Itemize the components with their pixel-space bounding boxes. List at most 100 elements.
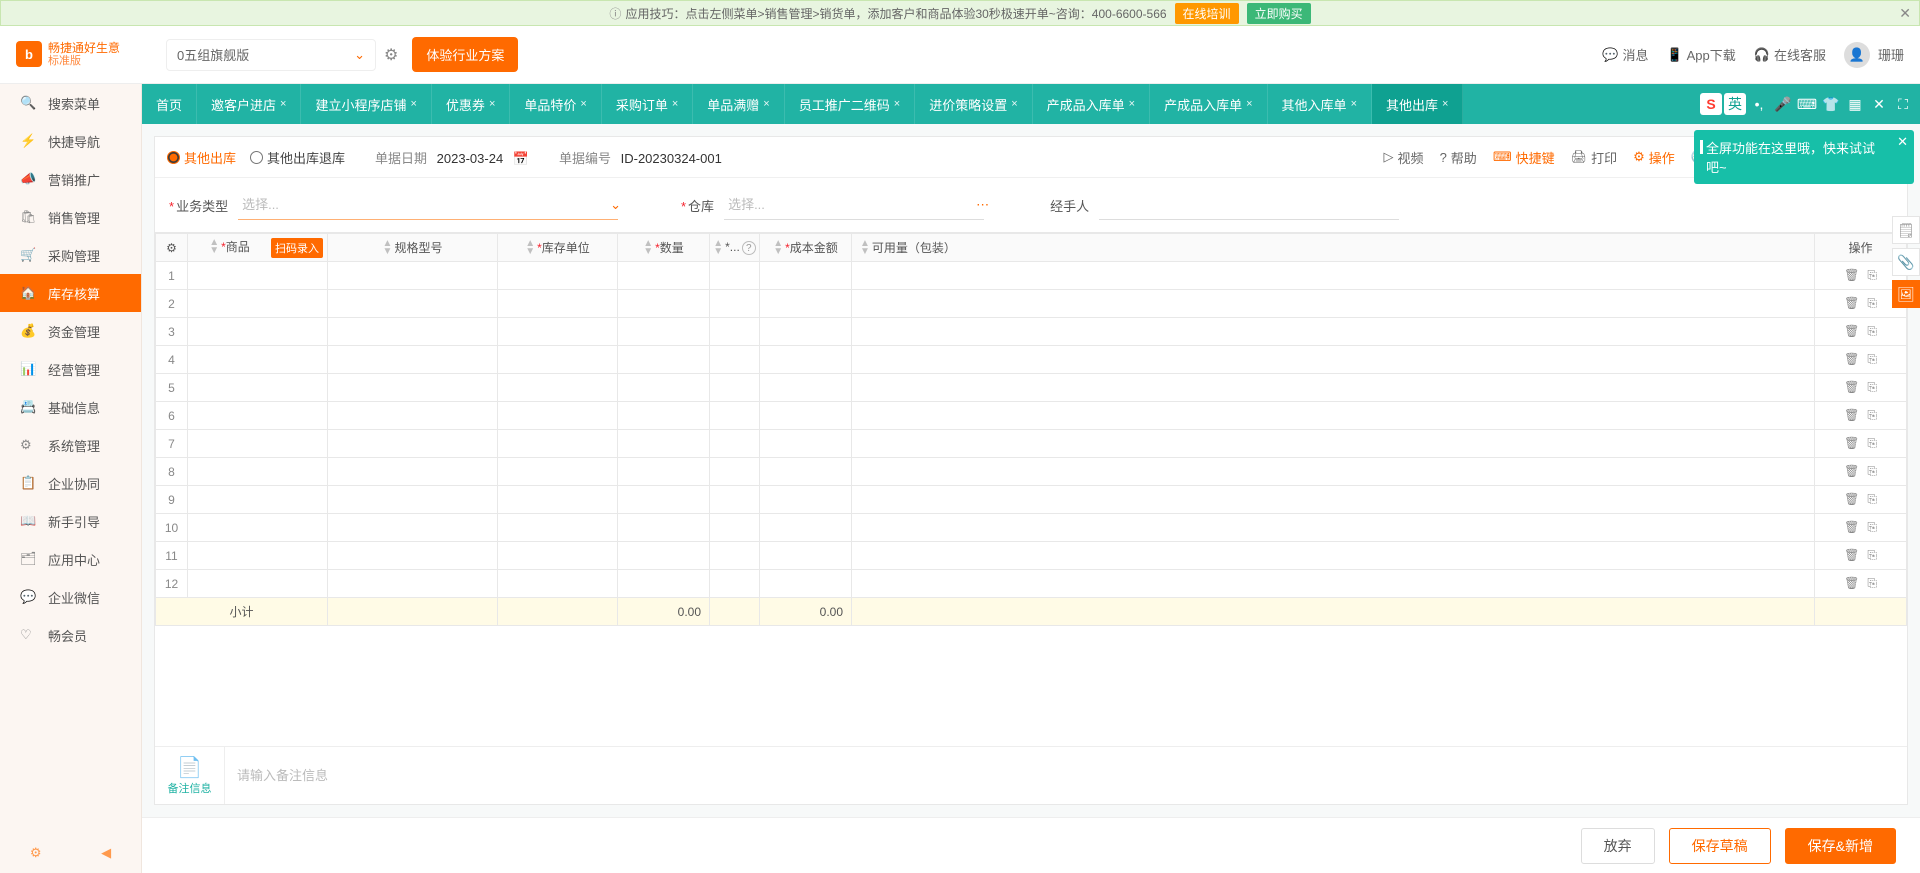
col-cost[interactable]: ▲▼*成本金额 [760, 234, 852, 262]
col-spec[interactable]: ▲▼规格型号 [328, 234, 498, 262]
col-unit[interactable]: ▲▼*库存单位 [498, 234, 618, 262]
delete-row-icon[interactable]: 🗑 [1844, 296, 1859, 310]
delete-row-icon[interactable]: 🗑 [1844, 548, 1859, 562]
discard-button[interactable]: 放弃 [1581, 828, 1655, 864]
scan-entry-button[interactable]: 扫码录入 [271, 238, 323, 258]
copy-row-icon[interactable]: ⎘ [1867, 492, 1877, 506]
table-row[interactable]: 12🗑⎘ [156, 570, 1907, 598]
copy-row-icon[interactable]: ⎘ [1867, 352, 1877, 366]
ime-skin-icon[interactable]: 👕 [1820, 93, 1842, 115]
close-tab-icon[interactable]: × [672, 98, 678, 110]
remark-input[interactable] [225, 747, 1907, 804]
calendar-icon[interactable]: 📅 [513, 151, 529, 166]
table-row[interactable]: 4🗑⎘ [156, 346, 1907, 374]
biztype-input[interactable] [238, 190, 618, 220]
video-link[interactable]: ▷视频 [1384, 148, 1424, 167]
copy-row-icon[interactable]: ⎘ [1867, 436, 1877, 450]
close-tab-icon[interactable]: × [763, 98, 769, 110]
sidebar-item-12[interactable]: 🗂应用中心 [0, 540, 141, 578]
close-tab-icon[interactable]: × [1011, 98, 1017, 110]
online-training-button[interactable]: 在线培训 [1175, 3, 1239, 24]
nav-tab-8[interactable]: 进价策略设置× [915, 84, 1032, 124]
sidebar-item-13[interactable]: 💬企业微信 [0, 578, 141, 616]
delete-row-icon[interactable]: 🗑 [1844, 408, 1859, 422]
copy-row-icon[interactable]: ⎘ [1867, 324, 1877, 338]
table-row[interactable]: 7🗑⎘ [156, 430, 1907, 458]
sidebar-item-7[interactable]: 📊经营管理 [0, 350, 141, 388]
table-row[interactable]: 9🗑⎘ [156, 486, 1907, 514]
sidebar-item-0[interactable]: 🔍搜索菜单 [0, 84, 141, 122]
close-tab-icon[interactable]: × [1442, 98, 1448, 110]
sidebar-item-14[interactable]: ♡畅会员 [0, 616, 141, 654]
table-row[interactable]: 6🗑⎘ [156, 402, 1907, 430]
nav-tab-12[interactable]: 其他出库× [1372, 84, 1463, 124]
save-draft-button[interactable]: 保存草稿 [1669, 828, 1771, 864]
help-link[interactable]: ?帮助 [1440, 148, 1477, 167]
sidebar-item-8[interactable]: 📇基础信息 [0, 388, 141, 426]
radio-other-out-return[interactable]: 其他出库退库 [250, 148, 345, 167]
sidebar-item-2[interactable]: 📣营销推广 [0, 160, 141, 198]
ime-mic-icon[interactable]: 🎤 [1772, 93, 1794, 115]
chevron-down-icon[interactable]: ⌄ [610, 197, 621, 213]
close-tab-icon[interactable]: × [894, 98, 900, 110]
nav-tab-2[interactable]: 建立小程序店铺× [301, 84, 431, 124]
delete-row-icon[interactable]: 🗑 [1844, 268, 1859, 282]
delete-row-icon[interactable]: 🗑 [1844, 352, 1859, 366]
nav-tab-10[interactable]: 产成品入库单× [1150, 84, 1267, 124]
table-row[interactable]: 5🗑⎘ [156, 374, 1907, 402]
copy-row-icon[interactable]: ⎘ [1867, 380, 1877, 394]
close-tab-icon[interactable]: × [280, 98, 286, 110]
ime-indicator[interactable]: S [1700, 93, 1722, 115]
buy-now-button[interactable]: 立即购买 [1247, 3, 1311, 24]
nav-tab-11[interactable]: 其他入库单× [1268, 84, 1372, 124]
nav-tab-4[interactable]: 单品特价× [510, 84, 601, 124]
copy-row-icon[interactable]: ⎘ [1867, 408, 1877, 422]
delete-row-icon[interactable]: 🗑 [1844, 436, 1859, 450]
app-download-link[interactable]: 📱App下载 [1666, 45, 1735, 64]
col-settings[interactable]: ⚙ [156, 234, 188, 262]
ime-comma-icon[interactable]: •, [1748, 93, 1770, 115]
delete-row-icon[interactable]: 🗑 [1844, 380, 1859, 394]
rail-attach-icon[interactable]: 📎 [1892, 248, 1920, 276]
ime-lang[interactable]: 英 [1724, 93, 1746, 115]
close-tab-icon[interactable]: × [410, 98, 416, 110]
copy-row-icon[interactable]: ⎘ [1867, 296, 1877, 310]
online-service-link[interactable]: 🎧在线客服 [1754, 45, 1826, 64]
shortcut-link[interactable]: ⌨快捷键 [1493, 148, 1555, 167]
save-new-button[interactable]: 保存&新增 [1785, 828, 1896, 864]
close-tab-icon[interactable]: × [489, 98, 495, 110]
col-product[interactable]: ▲▼*商品扫码录入 [188, 234, 328, 262]
col-qty[interactable]: ▲▼*数量 [618, 234, 710, 262]
sidebar-settings-icon[interactable]: ⚙ [30, 845, 42, 861]
nav-tab-7[interactable]: 员工推广二维码× [785, 84, 915, 124]
more-icon[interactable]: ⋯ [976, 197, 990, 213]
nav-close-all-icon[interactable]: ✕ [1868, 93, 1890, 115]
sidebar-item-3[interactable]: 🛍销售管理 [0, 198, 141, 236]
ime-keyboard-icon[interactable]: ⌨ [1796, 93, 1818, 115]
close-tab-icon[interactable]: × [1351, 98, 1357, 110]
sidebar-item-1[interactable]: ⚡快捷导航 [0, 122, 141, 160]
nav-tab-5[interactable]: 采购订单× [602, 84, 693, 124]
nav-tab-9[interactable]: 产成品入库单× [1033, 84, 1150, 124]
sidebar-collapse-icon[interactable]: ◀ [101, 845, 111, 861]
help-icon[interactable]: ? [742, 241, 756, 255]
table-row[interactable]: 3🗑⎘ [156, 318, 1907, 346]
org-selector[interactable]: 0五组旗舰版 ⌄ [166, 39, 376, 71]
delete-row-icon[interactable]: 🗑 [1844, 520, 1859, 534]
settings-icon[interactable]: ⚙ [384, 45, 398, 65]
table-row[interactable]: 1🗑⎘ [156, 262, 1907, 290]
col-short[interactable]: ▲▼*...? [710, 234, 760, 262]
fullscreen-icon[interactable]: ⛶ [1892, 93, 1914, 115]
sidebar-item-5[interactable]: 🏠库存核算 [0, 274, 141, 312]
close-tip-icon[interactable]: ✕ [1897, 134, 1908, 150]
delete-row-icon[interactable]: 🗑 [1844, 464, 1859, 478]
col-avail[interactable]: ▲▼可用量（包装） [852, 234, 1815, 262]
operate-link[interactable]: ⚙操作 [1633, 148, 1675, 167]
rail-note-icon[interactable]: 🗒 [1892, 216, 1920, 244]
radio-other-out[interactable]: 其他出库 [167, 148, 236, 167]
close-tab-icon[interactable]: × [1129, 98, 1135, 110]
delete-row-icon[interactable]: 🗑 [1844, 492, 1859, 506]
doc-date-value[interactable]: 2023-03-24 [437, 151, 504, 166]
user-menu[interactable]: 👤珊珊 [1844, 42, 1904, 68]
ime-grid-icon[interactable]: ▦ [1844, 93, 1866, 115]
